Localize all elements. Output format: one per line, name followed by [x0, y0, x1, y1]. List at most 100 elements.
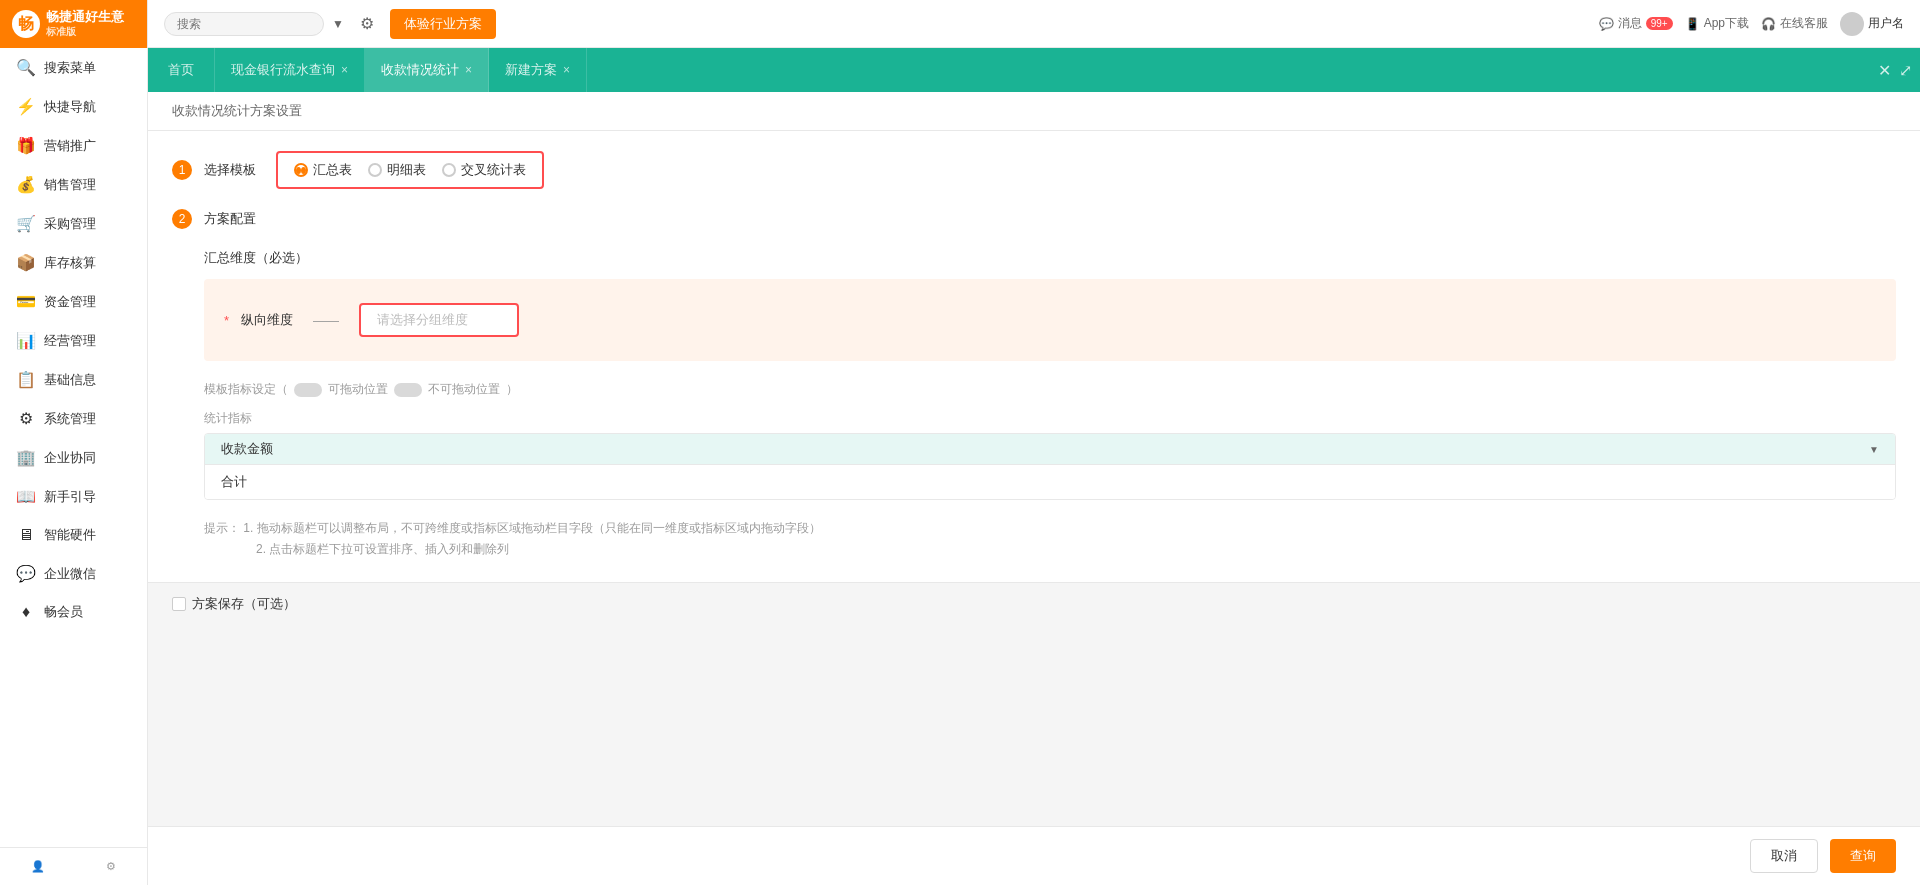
radio-cross[interactable]: 交叉统计表	[442, 161, 526, 179]
enterprise-icon: 🏢	[16, 448, 36, 467]
sidebar-item-system[interactable]: ⚙ 系统管理	[0, 399, 147, 438]
dimension-select[interactable]: 请选择分组维度	[359, 303, 519, 337]
service-label: 在线客服	[1780, 15, 1828, 32]
metrics-column-name: 收款金额	[221, 440, 273, 458]
sidebar-item-purchase[interactable]: 🛒 采购管理	[0, 204, 147, 243]
sidebar-expand-btn[interactable]: 👤	[27, 856, 49, 877]
tab-home[interactable]: 首页	[148, 48, 215, 92]
inventory-icon: 📦	[16, 253, 36, 272]
weixin-icon: 💬	[16, 564, 36, 583]
sidebar-item-label: 快捷导航	[44, 98, 96, 116]
content-area: 收款情况统计方案设置 1 选择模板 汇总表	[148, 92, 1920, 826]
sidebar-item-label: 经营管理	[44, 332, 96, 350]
tab-receipt-stats[interactable]: 收款情况统计 ×	[365, 48, 489, 92]
download-label: App下载	[1704, 15, 1749, 32]
sidebar-bottom: 👤 ⚙	[0, 847, 147, 885]
logo-icon: 畅	[12, 10, 40, 38]
sidebar-item-finance[interactable]: 💳 资金管理	[0, 282, 147, 321]
tab-cashflow-close[interactable]: ×	[341, 63, 348, 77]
sidebar-settings-btn[interactable]: ⚙	[102, 856, 120, 877]
metrics-table-header[interactable]: 收款金额 ▼	[205, 434, 1895, 465]
sidebar-item-label: 营销推广	[44, 137, 96, 155]
message-tool[interactable]: 💬 消息 99+	[1599, 15, 1673, 32]
sidebar-item-sales[interactable]: 💰 销售管理	[0, 165, 147, 204]
sidebar-item-label: 企业协同	[44, 449, 96, 467]
tab-cashflow-label: 现金银行流水查询	[231, 61, 335, 79]
nav-icon: ⚡	[16, 97, 36, 116]
save-checkbox-box[interactable]	[172, 597, 186, 611]
save-checkbox-label: 方案保存（可选）	[192, 595, 296, 613]
sidebar-item-label: 资金管理	[44, 293, 96, 311]
radio-group: 汇总表 明细表 交叉统计表	[294, 161, 526, 179]
message-icon: 💬	[1599, 17, 1614, 31]
sidebar-item-label: 采购管理	[44, 215, 96, 233]
basic-icon: 📋	[16, 370, 36, 389]
search-input[interactable]	[164, 12, 324, 36]
sidebar-item-marketing[interactable]: 🎁 营销推广	[0, 126, 147, 165]
query-button[interactable]: 查询	[1830, 839, 1896, 873]
arrow-separator: ——	[313, 313, 339, 328]
non-draggable-toggle[interactable]	[394, 383, 422, 397]
sidebar-item-inventory[interactable]: 📦 库存核算	[0, 243, 147, 282]
service-icon: 🎧	[1761, 17, 1776, 31]
metrics-dropdown-icon[interactable]: ▼	[1869, 444, 1879, 455]
draggable-toggle[interactable]	[294, 383, 322, 397]
save-checkbox[interactable]: 方案保存（可选）	[172, 595, 296, 613]
guide-icon: 📖	[16, 487, 36, 506]
tip-1: 提示： 1. 拖动标题栏可以调整布局，不可跨维度或指标区域拖动栏目字段（只能在同…	[204, 520, 1896, 537]
metrics-table: 收款金额 ▼ 合计	[204, 433, 1896, 500]
sidebar-item-hardware[interactable]: 🖥 智能硬件	[0, 516, 147, 554]
sidebar-item-basic[interactable]: 📋 基础信息	[0, 360, 147, 399]
logo-text: 畅捷通好生意	[46, 9, 124, 25]
service-tool[interactable]: 🎧 在线客服	[1761, 15, 1828, 32]
sidebar-item-weixin[interactable]: 💬 企业微信	[0, 554, 147, 593]
tab-new-plan[interactable]: 新建方案 ×	[489, 48, 587, 92]
finance-icon: 💳	[16, 292, 36, 311]
tab-new-plan-label: 新建方案	[505, 61, 557, 79]
cancel-button[interactable]: 取消	[1750, 839, 1818, 873]
settings-icon[interactable]: ⚙	[360, 14, 374, 33]
tabbar-maximize-btn[interactable]: ⤢	[1899, 61, 1912, 80]
step2-badge: 2	[172, 209, 192, 229]
sales-icon: 💰	[16, 175, 36, 194]
sidebar-item-label: 智能硬件	[44, 526, 96, 544]
tab-new-plan-close[interactable]: ×	[563, 63, 570, 77]
sidebar-item-operation[interactable]: 📊 经营管理	[0, 321, 147, 360]
search-dropdown-icon[interactable]: ▼	[332, 17, 344, 31]
step1-badge: 1	[172, 160, 192, 180]
download-tool[interactable]: 📱 App下载	[1685, 15, 1749, 32]
user-tool[interactable]: 用户名	[1840, 12, 1904, 36]
metrics-header-row: 模板指标设定（ 可拖动位置 不可拖动位置 ）	[204, 381, 1896, 398]
page-title: 收款情况统计方案设置	[148, 92, 1920, 131]
logo-sub: 标准版	[46, 25, 124, 39]
sidebar-item-enterprise[interactable]: 🏢 企业协同	[0, 438, 147, 477]
tab-receipt-stats-close[interactable]: ×	[465, 63, 472, 77]
radio-summary-circle	[294, 163, 308, 177]
template-selection-box: 汇总表 明细表 交叉统计表	[276, 151, 544, 189]
radio-detail[interactable]: 明细表	[368, 161, 426, 179]
trial-button[interactable]: 体验行业方案	[390, 9, 496, 39]
message-badge: 99+	[1646, 17, 1673, 30]
purchase-icon: 🛒	[16, 214, 36, 233]
header-tools: 💬 消息 99+ 📱 App下载 🎧 在线客服 用户名	[1599, 12, 1904, 36]
download-icon: 📱	[1685, 17, 1700, 31]
sidebar-item-member[interactable]: ♦ 畅会员	[0, 593, 147, 631]
tab-receipt-stats-label: 收款情况统计	[381, 61, 459, 79]
sidebar-item-nav[interactable]: ⚡ 快捷导航	[0, 87, 147, 126]
radio-summary[interactable]: 汇总表	[294, 161, 352, 179]
metrics-section-title: 模板指标设定（	[204, 381, 288, 398]
tab-cashflow[interactable]: 现金银行流水查询 ×	[215, 48, 365, 92]
tip-2: 2. 点击标题栏下拉可设置排序、插入列和删除列	[256, 541, 1896, 558]
metrics-column-header: 统计指标 收款金额 ▼ 合计	[204, 410, 1896, 500]
step2-row: 2 方案配置	[172, 209, 1896, 229]
required-mark: *	[224, 313, 229, 328]
tips-area: 提示： 1. 拖动标题栏可以调整布局，不可跨维度或指标区域拖动栏目字段（只能在同…	[204, 520, 1896, 558]
dimension-area: * 纵向维度 —— 请选择分组维度	[204, 279, 1896, 361]
sidebar-item-guide[interactable]: 📖 新手引导	[0, 477, 147, 516]
radio-cross-circle	[442, 163, 456, 177]
dimension-section: 汇总维度（必选） * 纵向维度 —— 请选择分组维度 模板指标设定（ 可拖动位置	[204, 249, 1896, 558]
tabbar-close-btn[interactable]: ✕	[1878, 61, 1891, 80]
main-content: ▼ ⚙ 体验行业方案 💬 消息 99+ 📱 App下载 🎧 在线客服 用户名	[148, 0, 1920, 885]
tabbar-actions: ✕ ⤢	[1878, 61, 1920, 80]
sidebar-item-search[interactable]: 🔍 搜索菜单	[0, 48, 147, 87]
